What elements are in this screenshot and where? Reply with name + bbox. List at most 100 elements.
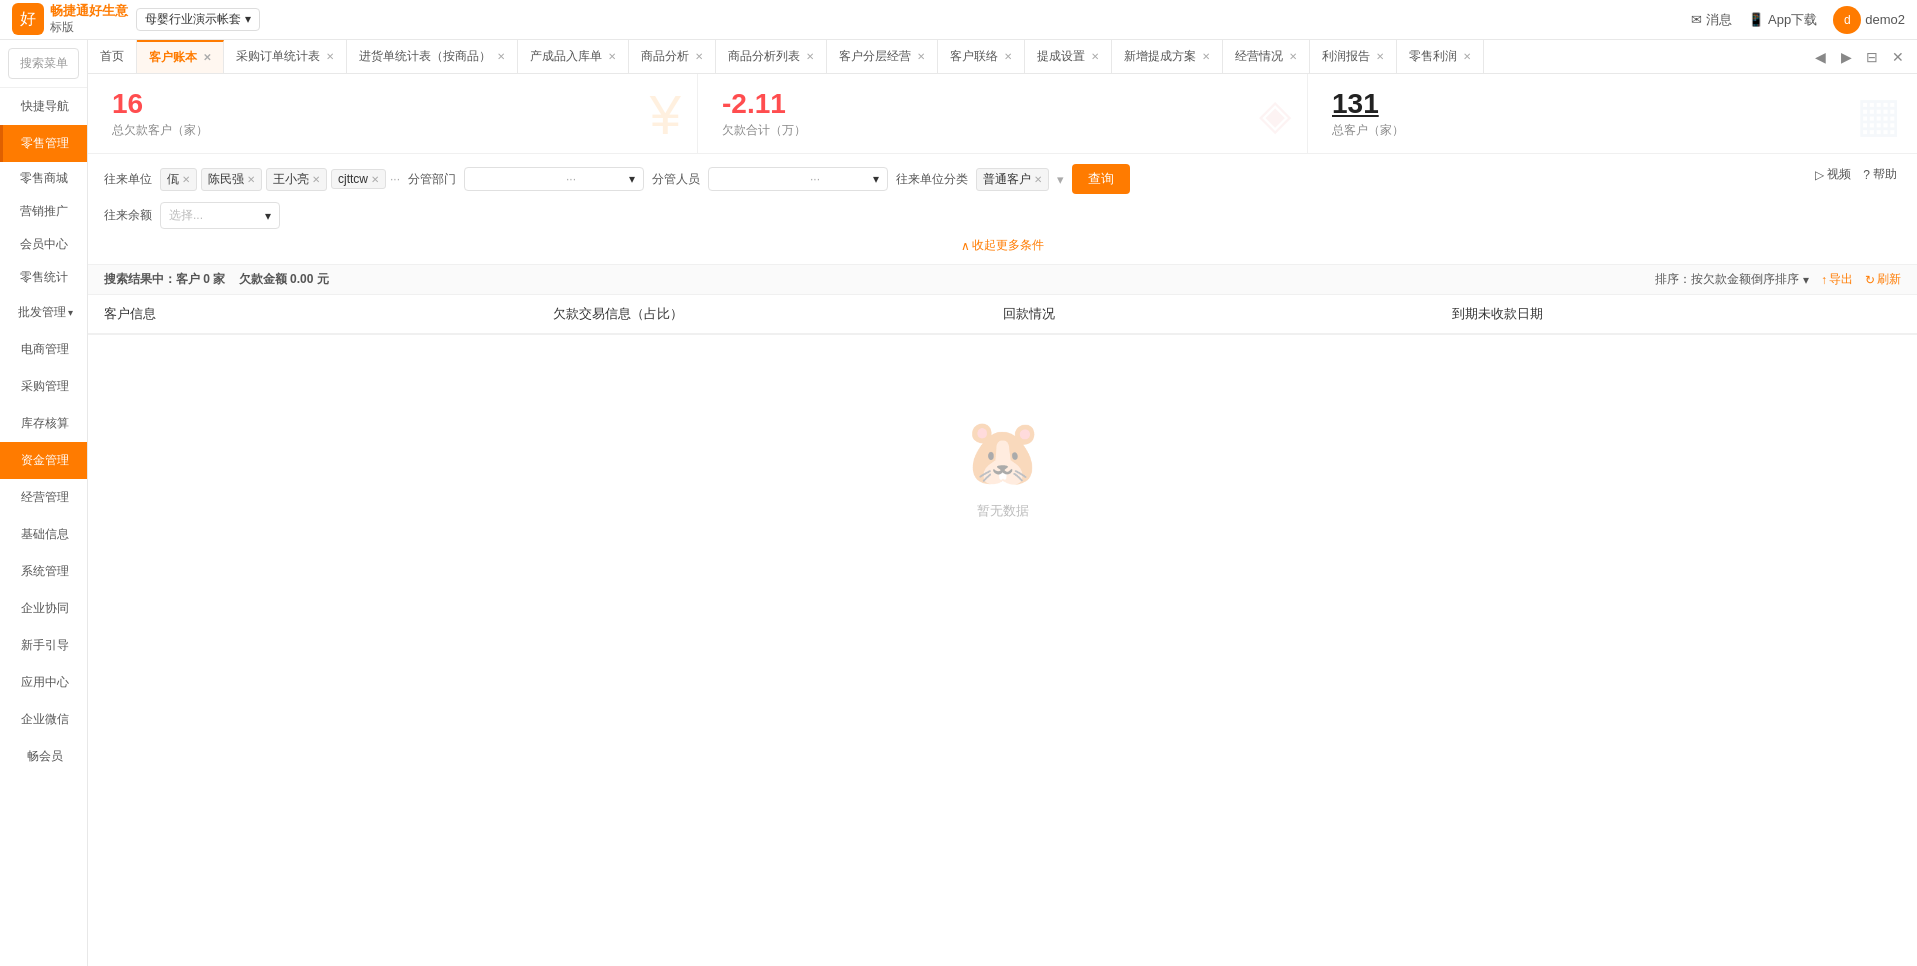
sidebar-item-basic[interactable]: 基础信息 [0, 516, 87, 553]
tab-customer-contact[interactable]: 客户联络 ✕ [938, 40, 1025, 74]
chevron-down-icon: ▾ [68, 307, 73, 318]
filter-tag-unit-4: cjttcw ✕ [331, 169, 386, 189]
tab-close-icon[interactable]: ✕ [1376, 51, 1384, 62]
chevron-up-icon: ∧ [961, 239, 970, 253]
stat-value-customers: 16 [112, 88, 208, 120]
tab-close-icon[interactable]: ✕ [917, 51, 925, 62]
chevron-down-icon-sort[interactable]: ▾ [1803, 273, 1809, 287]
filter-tag-category-1: 普通客户 ✕ [976, 168, 1049, 191]
sidebar-item-app-center[interactable]: 应用中心 [0, 664, 87, 701]
tab-product-analysis-list[interactable]: 商品分析列表 ✕ [716, 40, 827, 74]
balance-select[interactable]: 选择... ▾ [160, 202, 280, 229]
tab-close-icon[interactable]: ✕ [695, 51, 703, 62]
sidebar-item-finance[interactable]: 资金管理 [0, 442, 87, 479]
sidebar-item-purchase[interactable]: 采购管理 [0, 368, 87, 405]
table-container: 客户信息 欠款交易信息（占比） 回款情况 到期未收款日期 🐹 暂无数据 [88, 295, 1917, 966]
sidebar-item-operation[interactable]: 经营管理 [0, 479, 87, 516]
sidebar-item-ecommerce[interactable]: 电商管理 [0, 331, 87, 368]
tab-inbound-stats[interactable]: 进货单统计表（按商品） ✕ [347, 40, 518, 74]
tab-product-analysis[interactable]: 商品分析 ✕ [629, 40, 716, 74]
tab-new-commission[interactable]: 新增提成方案 ✕ [1112, 40, 1223, 74]
collapse-button[interactable]: ∧ 收起更多条件 [961, 237, 1044, 254]
tab-purchase-stats[interactable]: 采购订单统计表 ✕ [224, 40, 347, 74]
sidebar-item-inventory[interactable]: 库存核算 [0, 405, 87, 442]
tab-profit-report[interactable]: 利润报告 ✕ [1310, 40, 1397, 74]
filter-tag-close-1[interactable]: ✕ [182, 174, 190, 185]
sidebar-item-wholesale[interactable]: 批发管理 ▾ [0, 294, 87, 331]
tab-customer-ledger[interactable]: 客户账本 ✕ [137, 40, 224, 74]
video-help-button[interactable]: ▷ 视频 [1815, 166, 1851, 183]
stat-icon-2: ◈ [1259, 89, 1291, 138]
tab-close-icon[interactable]: ✕ [1202, 51, 1210, 62]
filter-tag-close-2[interactable]: ✕ [247, 174, 255, 185]
dept-select[interactable]: ··· ▾ [464, 167, 644, 191]
person-select[interactable]: ··· ▾ [708, 167, 888, 191]
filter-tag-close-3[interactable]: ✕ [312, 174, 320, 185]
sidebar-item-newbie[interactable]: 新手引导 [0, 627, 87, 664]
tab-close-icon[interactable]: ✕ [1091, 51, 1099, 62]
message-icon: ✉ [1691, 12, 1702, 27]
stats-row: ¥ 16 总欠款客户（家） ◈ -2.11 欠款合计（万） ▦ [88, 74, 1917, 154]
chevron-down-icon-balance: ▾ [265, 209, 271, 223]
tab-close-icon[interactable]: ✕ [1463, 51, 1471, 62]
sidebar-item-wechat[interactable]: 企业微信 [0, 701, 87, 738]
search-menu-button[interactable]: 搜索菜单 [8, 48, 79, 79]
tab-close-icon[interactable]: ✕ [806, 51, 814, 62]
table-header: 客户信息 欠款交易信息（占比） 回款情况 到期未收款日期 [88, 295, 1917, 335]
sidebar-item-retail-mall[interactable]: 零售商城 [0, 162, 87, 195]
export-button[interactable]: ↑ 导出 [1821, 271, 1853, 288]
query-button[interactable]: 查询 [1072, 164, 1130, 194]
sidebar-item-system[interactable]: 系统管理 [0, 553, 87, 590]
tab-close-icon[interactable]: ✕ [608, 51, 616, 62]
help-row: ▷ 视频 ? 帮助 [1807, 162, 1905, 187]
sidebar-item-retail[interactable]: 零售管理 [0, 125, 87, 162]
filter-tag-close-cat[interactable]: ✕ [1034, 174, 1042, 185]
topbar: 好 畅捷通好生意 标版 母婴行业演示帐套 ▾ ✉ 消息 📱 App下载 d de… [0, 0, 1917, 40]
message-button[interactable]: ✉ 消息 [1691, 11, 1732, 29]
sidebar-item-member[interactable]: 会员中心 [0, 228, 87, 261]
help-button[interactable]: ? 帮助 [1863, 166, 1897, 183]
filter-more-button[interactable]: ··· [390, 172, 400, 186]
tab-next-button[interactable]: ▶ [1835, 46, 1857, 68]
stat-info-3: 131 总客户（家） [1332, 88, 1404, 139]
refresh-button[interactable]: ↻ 刷新 [1865, 271, 1901, 288]
chevron-down-icon-person: ▾ [873, 172, 879, 186]
sidebar-item-marketing[interactable]: 营销推广 [0, 195, 87, 228]
edition-selector[interactable]: 母婴行业演示帐套 ▾ [136, 8, 260, 31]
tab-close-icon[interactable]: ✕ [1289, 51, 1297, 62]
sidebar: 搜索菜单 快捷导航 零售管理 零售商城 营销推广 会员中心 零售统计 批发管理 … [0, 40, 88, 966]
tab-production[interactable]: 产成品入库单 ✕ [518, 40, 629, 74]
stat-info-1: 16 总欠款客户（家） [112, 88, 208, 139]
tab-retail-profit[interactable]: 零售利润 ✕ [1397, 40, 1484, 74]
tab-commission[interactable]: 提成设置 ✕ [1025, 40, 1112, 74]
tab-close-icon[interactable]: ✕ [497, 51, 505, 62]
app-download-button[interactable]: 📱 App下载 [1748, 11, 1817, 29]
tab-menu-button[interactable]: ⊟ [1861, 46, 1883, 68]
sidebar-item-enterprise[interactable]: 企业协同 [0, 590, 87, 627]
tab-customer-layer[interactable]: 客户分层经营 ✕ [827, 40, 938, 74]
filter-tag-unit-3: 王小亮 ✕ [266, 168, 327, 191]
person-extra-icon: ··· [810, 172, 820, 186]
sidebar-item-retail-stats[interactable]: 零售统计 [0, 261, 87, 294]
sidebar-item-quick-nav[interactable]: 快捷导航 [0, 88, 87, 125]
tab-close-icon[interactable]: ✕ [1004, 51, 1012, 62]
tab-close-icon[interactable]: ✕ [326, 51, 334, 62]
filter-tag-close-4[interactable]: ✕ [371, 174, 379, 185]
topbar-left: 好 畅捷通好生意 标版 母婴行业演示帐套 ▾ [12, 3, 260, 35]
refresh-icon: ↻ [1865, 273, 1875, 287]
tab-close-all-button[interactable]: ✕ [1887, 46, 1909, 68]
empty-icon: 🐹 [963, 415, 1043, 490]
empty-text: 暂无数据 [977, 502, 1029, 520]
tab-close-icon[interactable]: ✕ [203, 52, 211, 63]
help-icon: ? [1863, 168, 1870, 182]
tab-home[interactable]: 首页 [88, 40, 137, 74]
user-menu[interactable]: d demo2 [1833, 6, 1905, 34]
tab-operation[interactable]: 经营情况 ✕ [1223, 40, 1310, 74]
filter-row-2: 往来余额 选择... ▾ [104, 202, 1901, 229]
tab-prev-button[interactable]: ◀ [1809, 46, 1831, 68]
dept-filter-label: 分管部门 [408, 171, 456, 188]
stat-icon-1: ¥ [650, 81, 681, 146]
sidebar-item-member2[interactable]: 畅会员 [0, 738, 87, 775]
stat-label-customers: 总欠款客户（家） [112, 122, 208, 139]
table-header-due-date: 到期未收款日期 [1452, 305, 1901, 323]
